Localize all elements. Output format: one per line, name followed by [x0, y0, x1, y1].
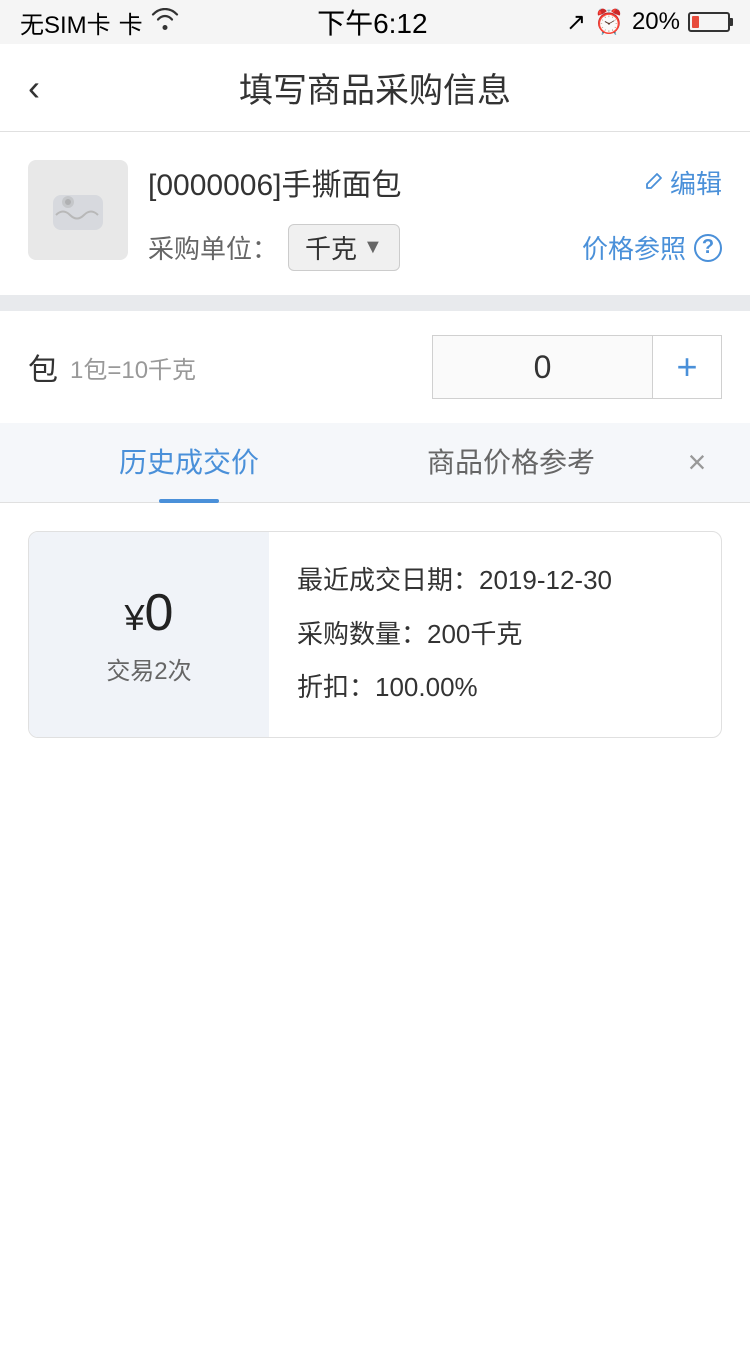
- history-price-list: ¥0 交易2次 最近成交日期：2019-12-30 采购数量：200千克 折扣：…: [0, 503, 750, 766]
- product-header: [0000006]手撕面包 编辑: [148, 160, 722, 204]
- chevron-down-icon: ▼: [363, 236, 383, 259]
- close-button[interactable]: ×: [672, 438, 722, 488]
- tab-history-price[interactable]: 历史成交价: [28, 423, 350, 503]
- quantity-input-group: +: [432, 335, 722, 399]
- battery-icon: [688, 12, 730, 32]
- tab-product-price[interactable]: 商品价格参考: [350, 423, 672, 503]
- alarm-icon: ⏰: [594, 8, 624, 37]
- page-title: 填写商品采购信息: [239, 63, 511, 112]
- card-price: ¥0: [125, 583, 174, 643]
- status-time: 下午6:12: [317, 2, 428, 42]
- carrier-text: 无SIM卡: [20, 5, 111, 40]
- status-bar: 无SIM卡 卡 下午6:12 ↗ ⏰ 20%: [0, 0, 750, 44]
- card-trades: 交易2次: [106, 651, 191, 686]
- edit-button[interactable]: 编辑: [642, 164, 722, 201]
- section-divider: [0, 295, 750, 311]
- product-unit-row: 采购单位： 千克 ▼ 价格参照 ?: [148, 224, 722, 271]
- quantity-plus-button[interactable]: +: [652, 335, 722, 399]
- quantity-row: 包 1包=10千克 +: [0, 311, 750, 423]
- product-info: [0000006]手撕面包 编辑 采购单位： 千克 ▼ 价格参照 ?: [148, 160, 722, 271]
- status-left: 无SIM卡 卡: [20, 5, 179, 40]
- card-purchase-qty: 采购数量：200千克: [297, 614, 693, 656]
- history-price-card: ¥0 交易2次 最近成交日期：2019-12-30 采购数量：200千克 折扣：…: [28, 531, 722, 738]
- wifi-icon: [151, 8, 179, 37]
- unit-select[interactable]: 千克 ▼: [288, 224, 400, 271]
- price-ref-button[interactable]: 价格参照 ?: [582, 229, 722, 266]
- price-panel-tabs: 历史成交价 商品价格参考 ×: [0, 423, 750, 503]
- battery-percentage: 20%: [632, 8, 680, 36]
- quantity-input[interactable]: [432, 335, 652, 399]
- price-panel: 历史成交价 商品价格参考 × ¥0 交易2次 最近成交日期：2019-12-30…: [0, 423, 750, 766]
- card-recent-date: 最近成交日期：2019-12-30: [297, 560, 693, 602]
- currency-symbol: ¥: [125, 597, 145, 638]
- quantity-sublabel: 1包=10千克: [70, 350, 196, 385]
- location-icon: ↗: [566, 8, 586, 37]
- card-left: ¥0 交易2次: [29, 532, 269, 737]
- back-button[interactable]: ‹: [28, 67, 40, 109]
- quantity-label: 包 1包=10千克: [28, 345, 196, 389]
- sim-icon: 卡: [119, 5, 143, 40]
- quantity-unit: 包: [28, 345, 58, 389]
- product-name: [0000006]手撕面包: [148, 160, 401, 204]
- empty-content-area: [0, 766, 750, 1346]
- card-discount: 折扣：100.00%: [297, 667, 693, 709]
- product-image: [28, 160, 128, 260]
- unit-label: 采购单位： 千克 ▼: [148, 224, 400, 271]
- nav-bar: ‹ 填写商品采购信息: [0, 44, 750, 132]
- product-card: [0000006]手撕面包 编辑 采购单位： 千克 ▼ 价格参照 ?: [0, 132, 750, 295]
- card-right: 最近成交日期：2019-12-30 采购数量：200千克 折扣：100.00%: [269, 532, 721, 737]
- status-right: ↗ ⏰ 20%: [566, 8, 730, 37]
- help-icon: ?: [694, 234, 722, 262]
